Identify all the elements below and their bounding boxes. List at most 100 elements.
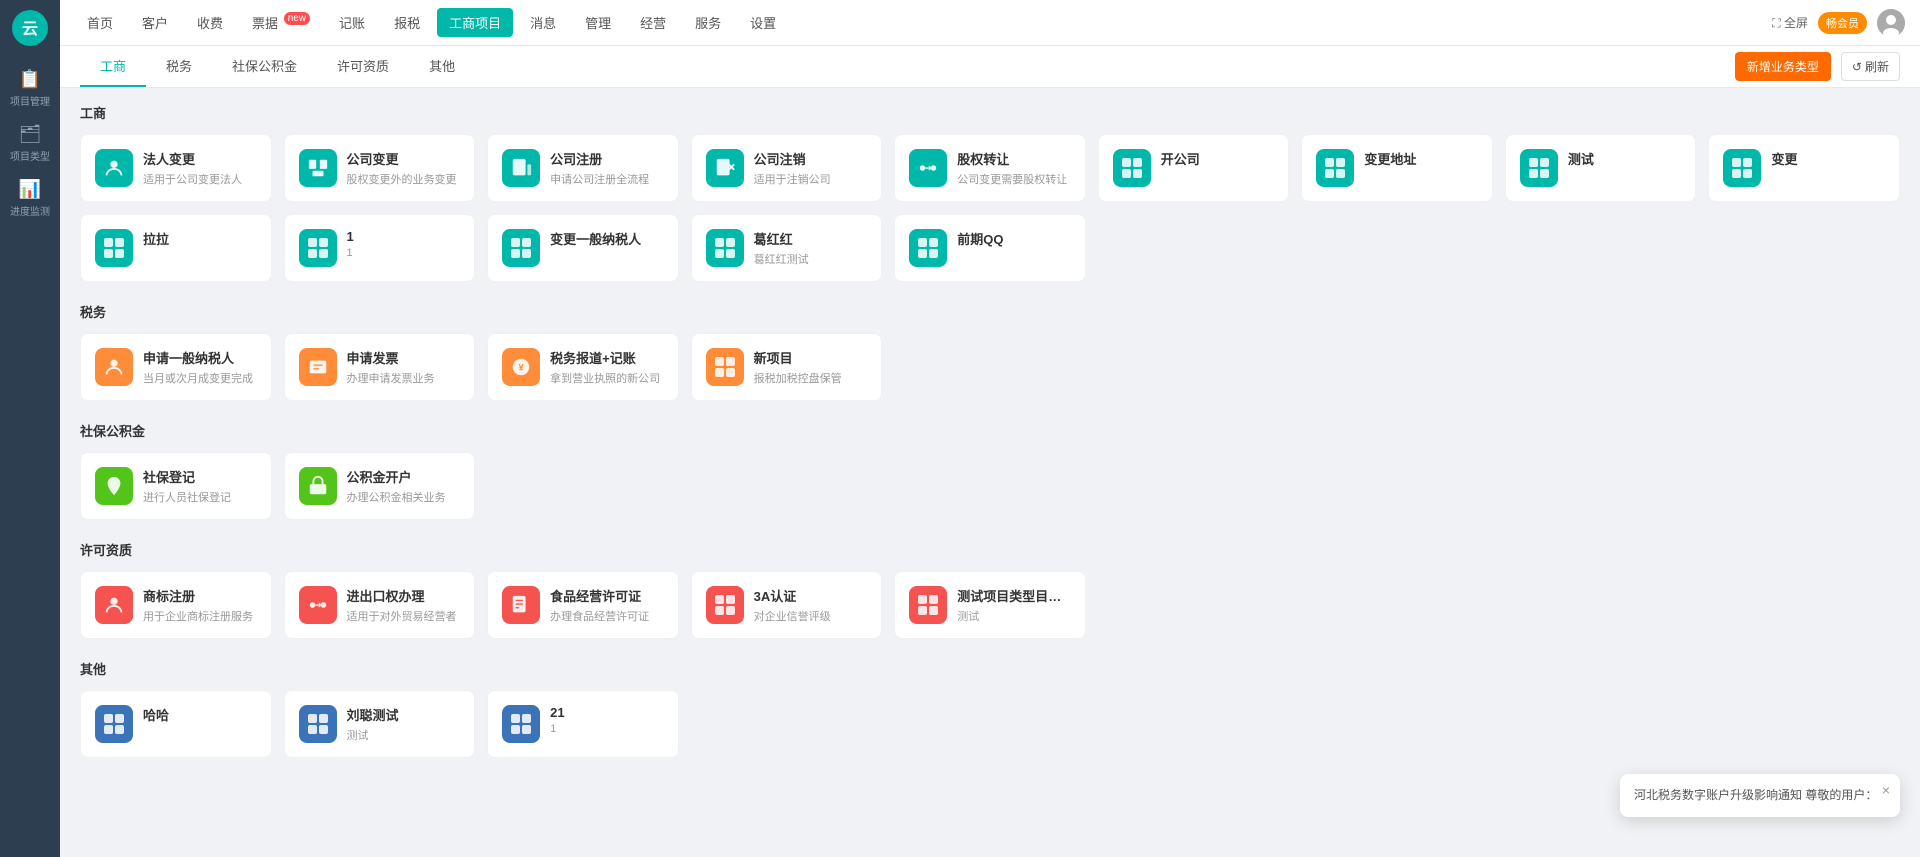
nav-tax[interactable]: 报税 (382, 8, 432, 37)
service-card-3-3[interactable]: 3A认证 对企业信誉评级 (691, 571, 883, 639)
card-icon-4-2 (502, 705, 540, 743)
sidebar-item-project-type[interactable]: 🗂 项目类型 (0, 116, 60, 171)
tab-bar: 工商 税务 社保公积金 许可资质 其他 新增业务类型 ↺ 刷新 (60, 46, 1920, 88)
section-title-3: 许可资质 (80, 540, 1900, 559)
fullscreen-btn[interactable]: ⛶ 全屏 (1772, 14, 1808, 31)
card-info-1-3: 新项目 报税加税控盘保管 (754, 348, 868, 386)
service-card-0-1[interactable]: 公司变更 股权变更外的业务变更 (284, 134, 476, 202)
nav-manage[interactable]: 管理 (573, 8, 623, 37)
service-card-4-1[interactable]: 刘聪测试 测试 (284, 690, 476, 758)
card-info-0-4: 股权转让 公司变更需要股权转让 (957, 149, 1071, 187)
nav-service[interactable]: 服务 (683, 8, 733, 37)
service-card-1-1[interactable]: 申请发票 办理申请发票业务 (284, 333, 476, 401)
vip-button[interactable]: 畅会员 (1818, 12, 1867, 34)
notification-close[interactable]: × (1882, 782, 1890, 798)
nav-bills[interactable]: 票据 new (240, 8, 322, 37)
nav-operation[interactable]: 经营 (628, 8, 678, 37)
card-desc-0-4: 公司变更需要股权转让 (957, 171, 1071, 187)
new-type-button[interactable]: 新增业务类型 (1735, 52, 1831, 81)
nav-home[interactable]: 首页 (75, 8, 125, 37)
sidebar-item-project-management[interactable]: 📋 项目管理 (0, 61, 60, 116)
service-card-0-0[interactable]: 法人变更 适用于公司变更法人 (80, 134, 272, 202)
card-desc-0-1: 股权变更外的业务变更 (347, 171, 461, 187)
card-info-0-5: 开公司 (1161, 149, 1275, 171)
card-icon-1-0 (95, 348, 133, 386)
nav-industry[interactable]: 工商项目 (437, 8, 513, 37)
card-icon-0-2 (502, 149, 540, 187)
card-info-3-2: 食品经营许可证 办理食品经营许可证 (550, 586, 664, 624)
service-card-0-13[interactable]: 前期QQ (894, 214, 1086, 282)
card-title-0-2: 公司注册 (550, 149, 664, 168)
topnav-right: ⛶ 全屏 畅会员 (1772, 9, 1905, 37)
card-info-0-2: 公司注册 申请公司注册全流程 (550, 149, 664, 187)
tab-other[interactable]: 其他 (409, 46, 475, 87)
project-type-icon: 🗂 (19, 124, 42, 145)
service-card-3-2[interactable]: 食品经营许可证 办理食品经营许可证 (487, 571, 679, 639)
card-title-3-0: 商标注册 (143, 586, 257, 605)
service-card-2-0[interactable]: 社保登记 进行人员社保登记 (80, 452, 272, 520)
card-icon-0-5 (1113, 149, 1151, 187)
card-title-0-13: 前期QQ (957, 229, 1071, 248)
service-card-3-0[interactable]: 商标注册 用于企业商标注册服务 (80, 571, 272, 639)
section-title-1: 税务 (80, 302, 1900, 321)
card-desc-3-3: 对企业信誉评级 (754, 608, 868, 624)
tab-license[interactable]: 许可资质 (317, 46, 409, 87)
service-card-0-2[interactable]: 公司注册 申请公司注册全流程 (487, 134, 679, 202)
service-card-1-2[interactable]: ¥ 税务报道+记账 拿到营业执照的新公司 (487, 333, 679, 401)
refresh-button[interactable]: ↺ 刷新 (1841, 52, 1900, 81)
service-card-3-4[interactable]: 测试项目类型目定义 测试 (894, 571, 1086, 639)
refresh-icon: ↺ (1852, 60, 1862, 74)
tab-tax[interactable]: 税务 (146, 46, 212, 87)
service-card-1-3[interactable]: 新项目 报税加税控盘保管 (691, 333, 883, 401)
nav-customer[interactable]: 客户 (130, 8, 180, 37)
card-icon-3-3 (706, 586, 744, 624)
bills-badge: new (284, 12, 310, 25)
card-title-4-0: 哈哈 (143, 705, 257, 724)
card-info-0-12: 葛红红 葛红红测试 (754, 229, 868, 267)
service-card-0-11[interactable]: 变更一般纳税人 (487, 214, 679, 282)
card-icon-0-13 (909, 229, 947, 267)
service-card-0-8[interactable]: 变更 (1708, 134, 1900, 202)
card-info-0-0: 法人变更 适用于公司变更法人 (143, 149, 257, 187)
card-info-3-3: 3A认证 对企业信誉评级 (754, 586, 868, 624)
card-desc-1-3: 报税加税控盘保管 (754, 370, 868, 386)
card-icon-1-3 (706, 348, 744, 386)
service-card-0-4[interactable]: 股权转让 公司变更需要股权转让 (894, 134, 1086, 202)
service-card-2-1[interactable]: 公积金开户 办理公积金相关业务 (284, 452, 476, 520)
service-card-0-7[interactable]: 测试 (1505, 134, 1697, 202)
service-card-3-1[interactable]: 进出口权办理 适用于对外贸易经营者 (284, 571, 476, 639)
nav-fees[interactable]: 收费 (185, 8, 235, 37)
service-card-0-9[interactable]: 拉拉 (80, 214, 272, 282)
card-icon-0-0 (95, 149, 133, 187)
service-card-0-3[interactable]: 公司注销 适用于注销公司 (691, 134, 883, 202)
service-card-1-0[interactable]: 申请一般纳税人 当月或次月成变更完成 (80, 333, 272, 401)
service-card-4-2[interactable]: 21 1 (487, 690, 679, 758)
card-icon-0-6 (1316, 149, 1354, 187)
service-card-0-5[interactable]: 开公司 (1098, 134, 1290, 202)
nav-bookkeeping[interactable]: 记账 (327, 8, 377, 37)
service-card-0-10[interactable]: 1 1 (284, 214, 476, 282)
card-info-2-0: 社保登记 进行人员社保登记 (143, 467, 257, 505)
card-title-1-2: 税务报道+记账 (550, 348, 664, 367)
card-info-0-3: 公司注销 适用于注销公司 (754, 149, 868, 187)
user-avatar[interactable] (1877, 9, 1905, 37)
sidebar-item-progress-monitor[interactable]: 📊 进度监测 (0, 171, 60, 226)
section-title-2: 社保公积金 (80, 421, 1900, 440)
tab-industry[interactable]: 工商 (80, 46, 146, 87)
card-desc-0-12: 葛红红测试 (754, 251, 868, 267)
card-title-0-7: 测试 (1568, 149, 1682, 168)
card-title-4-1: 刘聪测试 (347, 705, 461, 724)
card-info-0-8: 变更 (1771, 149, 1885, 171)
card-desc-0-2: 申请公司注册全流程 (550, 171, 664, 187)
main-area: 首页 客户 收费 票据 new 记账 报税 工商项目 消息 管理 经营 服务 设… (60, 0, 1920, 857)
nav-message[interactable]: 消息 (518, 8, 568, 37)
nav-settings[interactable]: 设置 (738, 8, 788, 37)
card-icon-2-0 (95, 467, 133, 505)
card-icon-1-2: ¥ (502, 348, 540, 386)
service-card-4-0[interactable]: 哈哈 (80, 690, 272, 758)
tab-social-fund[interactable]: 社保公积金 (212, 46, 317, 87)
service-card-0-6[interactable]: 变更地址 (1301, 134, 1493, 202)
card-title-0-4: 股权转让 (957, 149, 1071, 168)
service-card-0-12[interactable]: 葛红红 葛红红测试 (691, 214, 883, 282)
card-desc-4-1: 测试 (347, 727, 461, 743)
